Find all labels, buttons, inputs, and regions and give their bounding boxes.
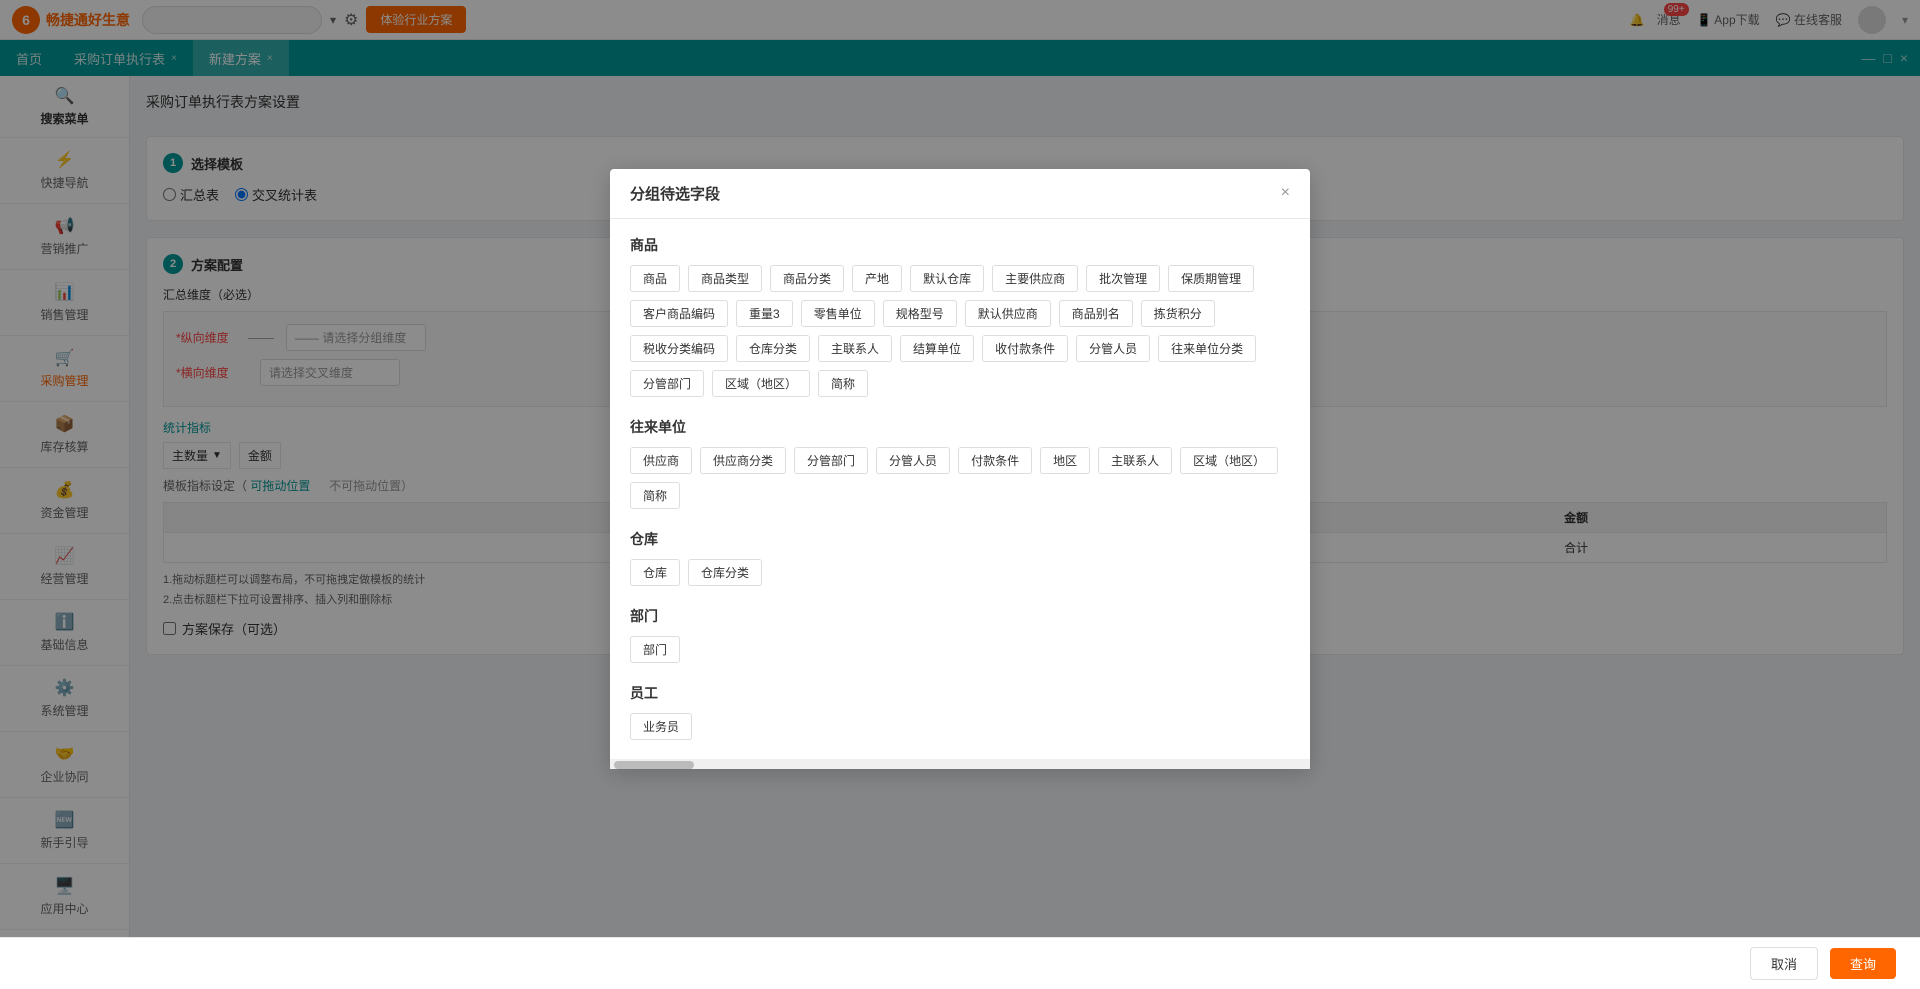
chip-default-supplier[interactable]: 默认供应商 <box>965 300 1051 327</box>
chip-contact-partner[interactable]: 主联系人 <box>1098 447 1172 474</box>
section-warehouse: 仓库 仓库 仓库分类 <box>630 529 1290 586</box>
chip-region-partner[interactable]: 地区 <box>1040 447 1090 474</box>
chip-main-contact[interactable]: 主联系人 <box>818 335 892 362</box>
section-goods: 商品 商品 商品类型 商品分类 产地 默认仓库 主要供应商 批次管理 保质期管理… <box>630 235 1290 397</box>
chip-customer-code[interactable]: 客户商品编码 <box>630 300 728 327</box>
chip-supplier-category[interactable]: 供应商分类 <box>700 447 786 474</box>
modal-title: 分组待选字段 <box>630 183 720 204</box>
section-warehouse-chips: 仓库 仓库分类 <box>630 559 1290 586</box>
section-dept: 部门 部门 <box>630 606 1290 663</box>
chip-salesperson[interactable]: 业务员 <box>630 713 692 740</box>
chip-goods[interactable]: 商品 <box>630 265 680 292</box>
section-partner-title: 往来单位 <box>630 417 1290 437</box>
chip-abbr-goods[interactable]: 简称 <box>818 370 868 397</box>
section-partner-chips: 供应商 供应商分类 分管部门 分管人员 付款条件 地区 主联系人 区域（地区） … <box>630 447 1290 509</box>
section-goods-title: 商品 <box>630 235 1290 255</box>
modal-header: 分组待选字段 × <box>610 169 1310 219</box>
chip-dept-main[interactable]: 部门 <box>630 636 680 663</box>
chip-supplier[interactable]: 供应商 <box>630 447 692 474</box>
section-employee-title: 员工 <box>630 683 1290 703</box>
modal-hscrollbar[interactable] <box>610 759 1310 768</box>
chip-manager[interactable]: 分管人员 <box>1076 335 1150 362</box>
chip-default-warehouse[interactable]: 默认仓库 <box>910 265 984 292</box>
modal-body: 商品 商品 商品类型 商品分类 产地 默认仓库 主要供应商 批次管理 保质期管理… <box>610 219 1310 760</box>
chip-partner-category[interactable]: 往来单位分类 <box>1158 335 1256 362</box>
confirm-button[interactable]: 查询 <box>1830 948 1896 979</box>
section-employee-chips: 业务员 <box>630 713 1290 740</box>
chip-dept[interactable]: 分管部门 <box>630 370 704 397</box>
chip-payment-partner[interactable]: 付款条件 <box>958 447 1032 474</box>
chip-payment-terms[interactable]: 收付款条件 <box>982 335 1068 362</box>
chip-manager-partner[interactable]: 分管人员 <box>876 447 950 474</box>
chip-shelf-life[interactable]: 保质期管理 <box>1168 265 1254 292</box>
chip-main-supplier[interactable]: 主要供应商 <box>992 265 1078 292</box>
chip-goods-category[interactable]: 商品分类 <box>770 265 844 292</box>
cancel-button[interactable]: 取消 <box>1750 947 1818 980</box>
field-select-modal: 分组待选字段 × 商品 商品 商品类型 商品分类 产地 默认仓库 主要供应商 批… <box>610 169 1310 769</box>
modal-close-button[interactable]: × <box>1281 184 1290 202</box>
section-warehouse-title: 仓库 <box>630 529 1290 549</box>
modal-overlay: 分组待选字段 × 商品 商品 商品类型 商品分类 产地 默认仓库 主要供应商 批… <box>0 0 1920 937</box>
chip-tax-code[interactable]: 税收分类编码 <box>630 335 728 362</box>
chip-goods-type[interactable]: 商品类型 <box>688 265 762 292</box>
chip-pick-points[interactable]: 拣货积分 <box>1141 300 1215 327</box>
section-employee: 员工 业务员 <box>630 683 1290 740</box>
chip-weight[interactable]: 重量3 <box>736 300 793 327</box>
chip-abbr-partner[interactable]: 简称 <box>630 482 680 509</box>
chip-goods-alias[interactable]: 商品别名 <box>1059 300 1133 327</box>
chip-region2-partner[interactable]: 区域（地区） <box>1180 447 1278 474</box>
chip-retail-unit[interactable]: 零售单位 <box>801 300 875 327</box>
chip-spec-model[interactable]: 规格型号 <box>883 300 957 327</box>
section-dept-title: 部门 <box>630 606 1290 626</box>
chip-dept-partner[interactable]: 分管部门 <box>794 447 868 474</box>
chip-region-goods[interactable]: 区域（地区） <box>712 370 810 397</box>
section-dept-chips: 部门 <box>630 636 1290 663</box>
modal-hscrollbar-thumb[interactable] <box>614 761 694 768</box>
chip-warehouse-category[interactable]: 仓库分类 <box>736 335 810 362</box>
chip-origin[interactable]: 产地 <box>852 265 902 292</box>
chip-batch-mgmt[interactable]: 批次管理 <box>1086 265 1160 292</box>
chip-settlement-unit[interactable]: 结算单位 <box>900 335 974 362</box>
chip-warehouse-cat[interactable]: 仓库分类 <box>688 559 762 586</box>
bottom-bar: 取消 查询 <box>0 937 1920 989</box>
section-goods-chips: 商品 商品类型 商品分类 产地 默认仓库 主要供应商 批次管理 保质期管理 客户… <box>630 265 1290 397</box>
chip-warehouse[interactable]: 仓库 <box>630 559 680 586</box>
section-partner: 往来单位 供应商 供应商分类 分管部门 分管人员 付款条件 地区 主联系人 区域… <box>630 417 1290 509</box>
